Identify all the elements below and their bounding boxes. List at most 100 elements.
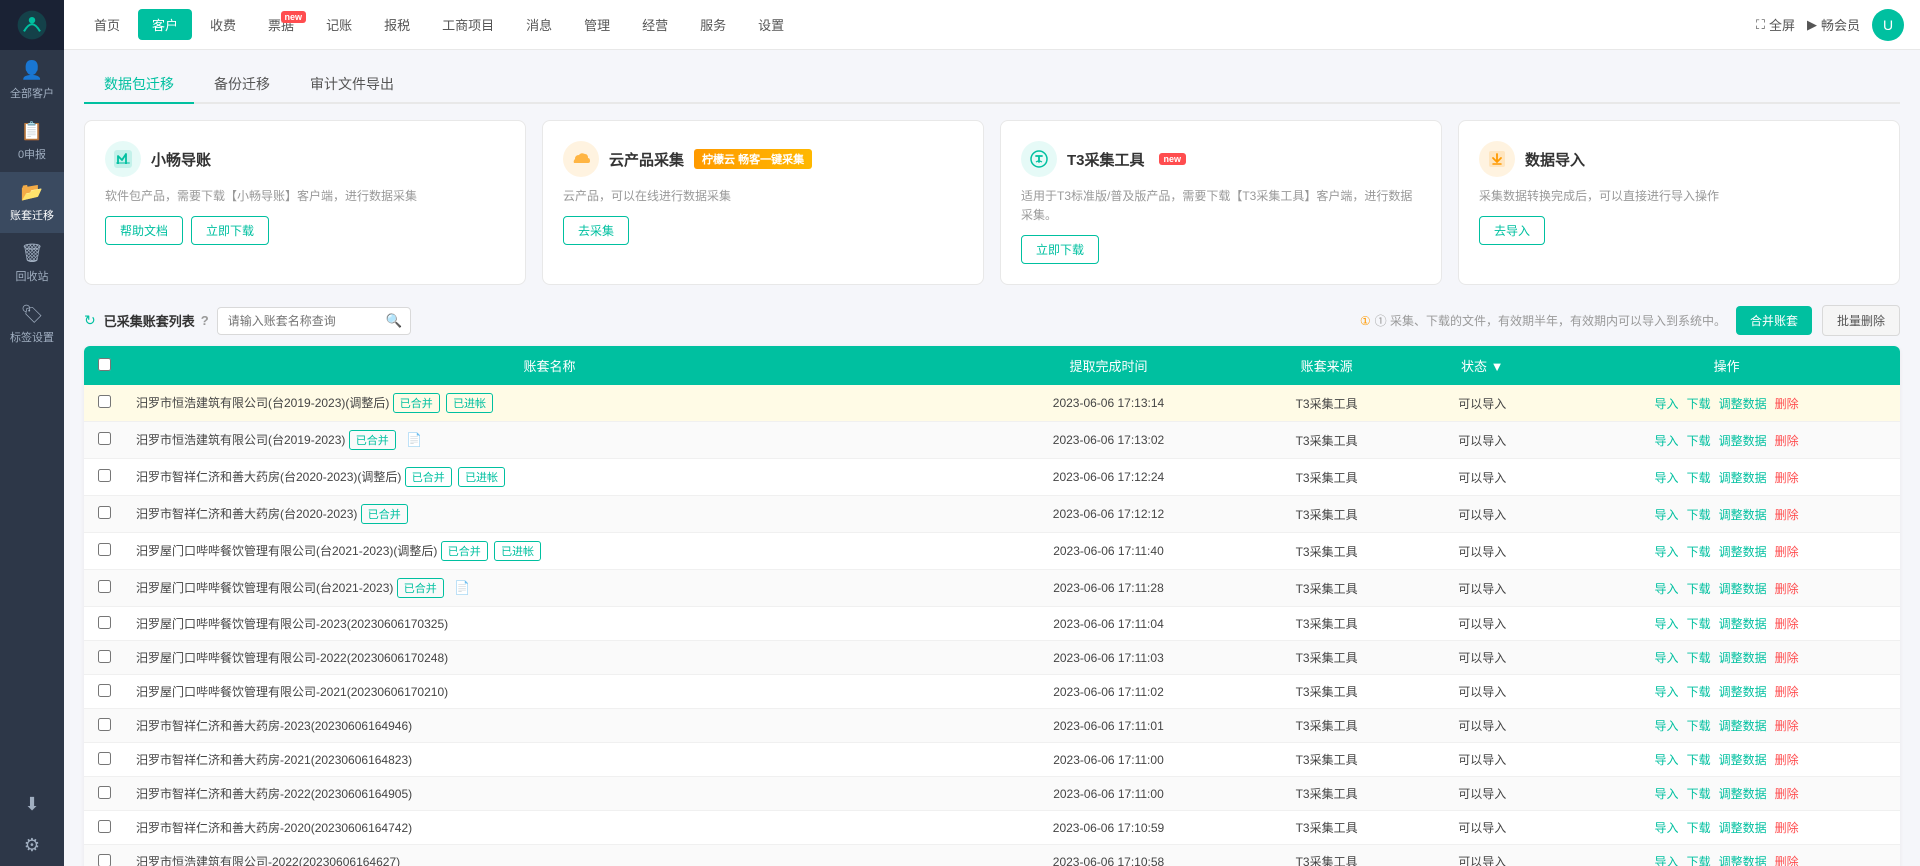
row-import-link[interactable]: 导入 xyxy=(1655,855,1679,866)
tab-backup-migrate[interactable]: 备份迁移 xyxy=(194,66,290,104)
row-import-link[interactable]: 导入 xyxy=(1655,434,1679,448)
row-checkbox[interactable] xyxy=(98,506,111,519)
row-delete-link[interactable]: 删除 xyxy=(1775,787,1799,801)
user-avatar[interactable]: U xyxy=(1872,9,1904,41)
row-delete-link[interactable]: 删除 xyxy=(1775,397,1799,411)
row-adjust-link[interactable]: 调整数据 xyxy=(1719,719,1767,733)
row-import-link[interactable]: 导入 xyxy=(1655,821,1679,835)
import-go-btn[interactable]: 去导入 xyxy=(1479,216,1545,245)
row-import-link[interactable]: 导入 xyxy=(1655,787,1679,801)
row-delete-link[interactable]: 删除 xyxy=(1775,508,1799,522)
membership-btn[interactable]: ▶ 畅会员 xyxy=(1807,15,1860,34)
row-delete-link[interactable]: 删除 xyxy=(1775,855,1799,866)
help-icon[interactable]: ? xyxy=(201,313,209,328)
row-download-link[interactable]: 下载 xyxy=(1687,821,1711,835)
sidebar-item-all-clients[interactable]: 👤 全部客户 xyxy=(0,50,64,111)
search-button[interactable]: 🔍 xyxy=(378,308,411,334)
row-import-link[interactable]: 导入 xyxy=(1655,582,1679,596)
row-download-link[interactable]: 下载 xyxy=(1687,651,1711,665)
row-import-link[interactable]: 导入 xyxy=(1655,685,1679,699)
nav-business[interactable]: 工商项目 xyxy=(428,9,508,40)
row-import-link[interactable]: 导入 xyxy=(1655,508,1679,522)
row-adjust-link[interactable]: 调整数据 xyxy=(1719,787,1767,801)
row-adjust-link[interactable]: 调整数据 xyxy=(1719,434,1767,448)
cloud-collect-btn[interactable]: 去采集 xyxy=(563,216,629,245)
tab-data-migrate[interactable]: 数据包迁移 xyxy=(84,66,194,104)
xiaochang-help-btn[interactable]: 帮助文档 xyxy=(105,216,183,245)
sidebar-item-account-migrate[interactable]: 📂 账套迁移 xyxy=(0,172,64,233)
fullscreen-btn[interactable]: ⛶ 全屏 xyxy=(1756,15,1795,34)
row-checkbox[interactable] xyxy=(98,820,111,833)
row-delete-link[interactable]: 删除 xyxy=(1775,434,1799,448)
row-delete-link[interactable]: 删除 xyxy=(1775,821,1799,835)
row-delete-link[interactable]: 删除 xyxy=(1775,719,1799,733)
sidebar-item-settings-bottom[interactable]: ⚙ xyxy=(0,825,64,866)
row-checkbox[interactable] xyxy=(98,469,111,482)
row-download-link[interactable]: 下载 xyxy=(1687,471,1711,485)
row-adjust-link[interactable]: 调整数据 xyxy=(1719,855,1767,866)
row-download-link[interactable]: 下载 xyxy=(1687,855,1711,866)
row-adjust-link[interactable]: 调整数据 xyxy=(1719,651,1767,665)
row-download-link[interactable]: 下载 xyxy=(1687,508,1711,522)
sidebar-item-recycle[interactable]: 🗑 回收站 xyxy=(0,233,64,294)
row-adjust-link[interactable]: 调整数据 xyxy=(1719,545,1767,559)
nav-billing[interactable]: 收费 xyxy=(196,9,250,40)
nav-service[interactable]: 服务 xyxy=(686,9,740,40)
select-all-checkbox[interactable] xyxy=(98,358,111,371)
nav-manage[interactable]: 管理 xyxy=(570,9,624,40)
row-download-link[interactable]: 下载 xyxy=(1687,434,1711,448)
row-delete-link[interactable]: 删除 xyxy=(1775,651,1799,665)
search-input[interactable] xyxy=(218,309,378,333)
row-import-link[interactable]: 导入 xyxy=(1655,719,1679,733)
row-delete-link[interactable]: 删除 xyxy=(1775,471,1799,485)
nav-invoice[interactable]: 票据 new xyxy=(254,9,308,40)
row-checkbox[interactable] xyxy=(98,786,111,799)
row-download-link[interactable]: 下载 xyxy=(1687,397,1711,411)
row-delete-link[interactable]: 删除 xyxy=(1775,617,1799,631)
row-adjust-link[interactable]: 调整数据 xyxy=(1719,821,1767,835)
row-import-link[interactable]: 导入 xyxy=(1655,753,1679,767)
nav-setting[interactable]: 设置 xyxy=(744,9,798,40)
xiaochang-download-btn[interactable]: 立即下载 xyxy=(191,216,269,245)
row-import-link[interactable]: 导入 xyxy=(1655,471,1679,485)
row-import-link[interactable]: 导入 xyxy=(1655,617,1679,631)
row-adjust-link[interactable]: 调整数据 xyxy=(1719,617,1767,631)
nav-bookkeeping[interactable]: 记账 xyxy=(312,9,366,40)
nav-operation[interactable]: 经营 xyxy=(628,9,682,40)
row-download-link[interactable]: 下载 xyxy=(1687,787,1711,801)
row-checkbox[interactable] xyxy=(98,432,111,445)
sidebar-item-tag-setting[interactable]: 🏷 标签设置 xyxy=(0,294,64,355)
row-adjust-link[interactable]: 调整数据 xyxy=(1719,582,1767,596)
t3-download-btn[interactable]: 立即下载 xyxy=(1021,235,1099,264)
row-download-link[interactable]: 下载 xyxy=(1687,617,1711,631)
row-checkbox[interactable] xyxy=(98,684,111,697)
row-checkbox[interactable] xyxy=(98,718,111,731)
nav-home[interactable]: 首页 xyxy=(80,9,134,40)
row-import-link[interactable]: 导入 xyxy=(1655,397,1679,411)
nav-message[interactable]: 消息 xyxy=(512,9,566,40)
row-download-link[interactable]: 下载 xyxy=(1687,685,1711,699)
row-delete-link[interactable]: 删除 xyxy=(1775,753,1799,767)
row-checkbox[interactable] xyxy=(98,616,111,629)
row-adjust-link[interactable]: 调整数据 xyxy=(1719,471,1767,485)
row-checkbox[interactable] xyxy=(98,395,111,408)
row-download-link[interactable]: 下载 xyxy=(1687,545,1711,559)
row-download-link[interactable]: 下载 xyxy=(1687,582,1711,596)
row-checkbox[interactable] xyxy=(98,543,111,556)
col-status[interactable]: 状态 ▼ xyxy=(1411,346,1553,385)
row-import-link[interactable]: 导入 xyxy=(1655,651,1679,665)
merge-account-btn[interactable]: 合并账套 xyxy=(1736,306,1812,335)
sidebar-item-zero-declare[interactable]: 📋 0申报 xyxy=(0,111,64,172)
batch-delete-btn[interactable]: 批量删除 xyxy=(1822,305,1900,336)
row-checkbox[interactable] xyxy=(98,752,111,765)
tab-audit-export[interactable]: 审计文件导出 xyxy=(290,66,414,104)
sidebar-item-download[interactable]: ⬇ xyxy=(0,784,64,825)
nav-tax[interactable]: 报税 xyxy=(370,9,424,40)
row-delete-link[interactable]: 删除 xyxy=(1775,582,1799,596)
row-adjust-link[interactable]: 调整数据 xyxy=(1719,685,1767,699)
row-adjust-link[interactable]: 调整数据 xyxy=(1719,508,1767,522)
row-download-link[interactable]: 下载 xyxy=(1687,719,1711,733)
row-import-link[interactable]: 导入 xyxy=(1655,545,1679,559)
row-adjust-link[interactable]: 调整数据 xyxy=(1719,753,1767,767)
row-delete-link[interactable]: 删除 xyxy=(1775,545,1799,559)
